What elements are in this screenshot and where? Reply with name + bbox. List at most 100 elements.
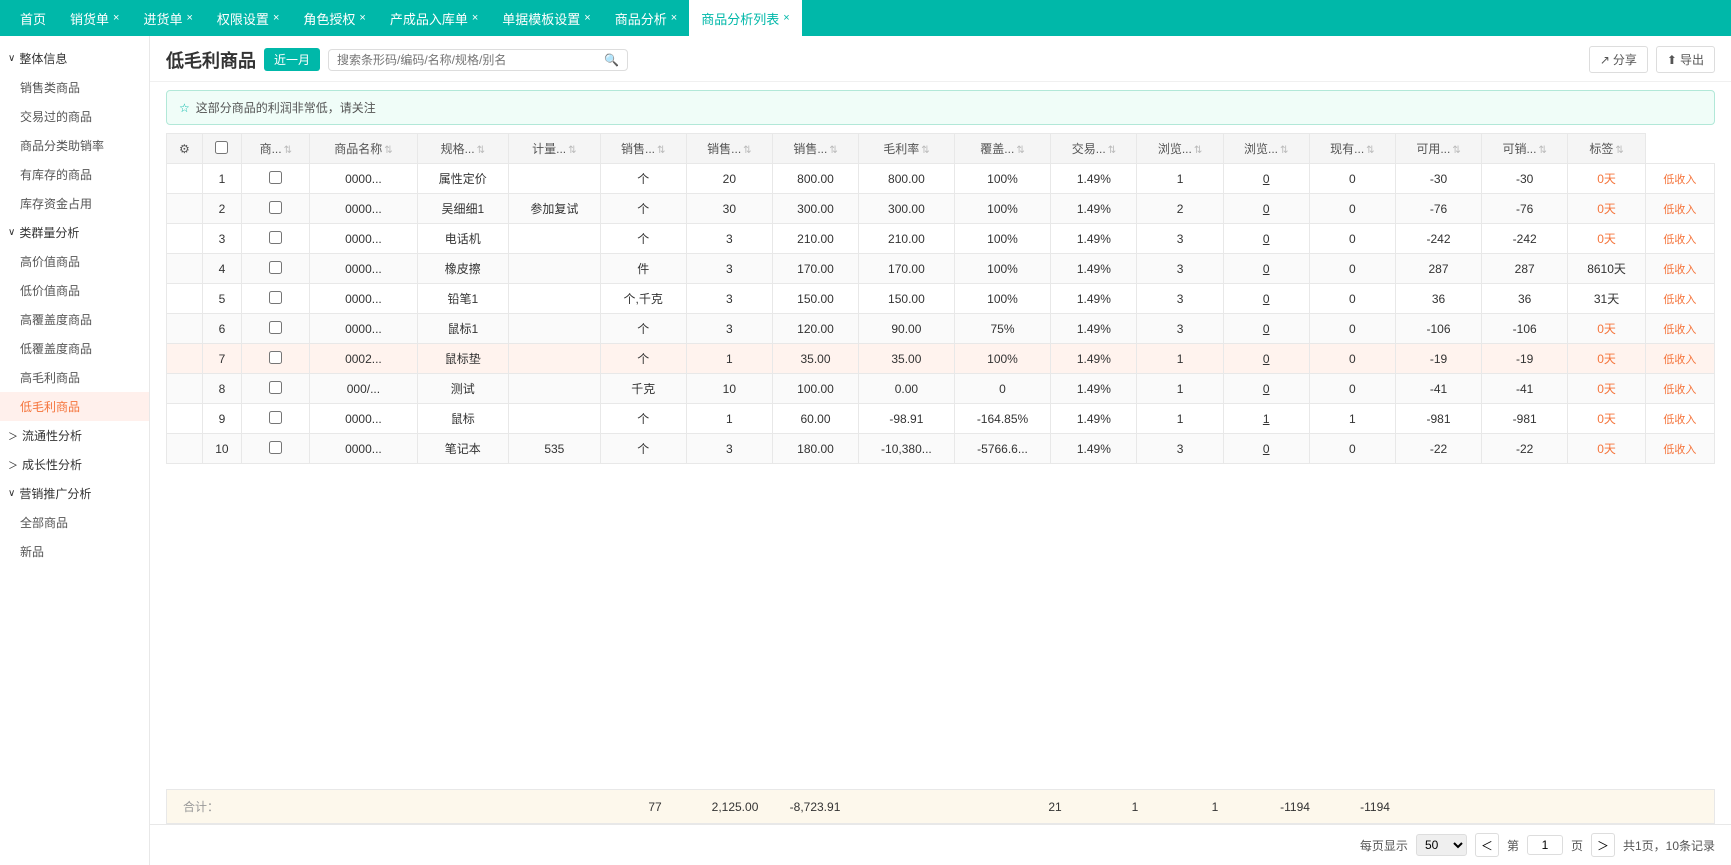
select-all-checkbox[interactable] [215,141,228,154]
cell-views2: 0 [1309,434,1395,464]
col-name[interactable]: 商品名称⇅ [310,134,417,164]
col-views2[interactable]: 浏览...⇅ [1223,134,1309,164]
row-checkbox[interactable] [269,321,282,334]
col-sales-qty[interactable]: 销售...⇅ [600,134,686,164]
nav-close-icon[interactable]: × [273,12,279,24]
views1-link[interactable]: 0 [1263,442,1270,456]
nav-item-权限设置[interactable]: 权限设置× [205,0,291,36]
table-wrapper: ⚙ 商...⇅ 商品名称⇅ 规格...⇅ 计量...⇅ 销售...⇅ 销售...… [150,133,1731,789]
nav-close-icon[interactable]: × [671,12,677,24]
col-checkbox[interactable] [202,134,242,164]
footer-label: 合计： [183,798,219,815]
row-checkbox[interactable] [269,171,282,184]
sidebar-group-整体信息[interactable]: ∨整体信息 [0,44,149,73]
nav-close-icon[interactable]: × [186,12,192,24]
views1-link[interactable]: 0 [1263,262,1270,276]
row-checkbox[interactable] [269,231,282,244]
nav-item-商品分析列表[interactable]: 商品分析列表× [689,0,801,36]
sidebar-item-低价值商品[interactable]: 低价值商品 [0,276,149,305]
col-trade-count[interactable]: 交易...⇅ [1051,134,1137,164]
col-current-stock[interactable]: 现有...⇅ [1309,134,1395,164]
prev-page-button[interactable]: ＜ [1475,833,1499,857]
sidebar-group-流通性分析[interactable]: ＞流通性分析 [0,421,149,450]
nav-close-icon[interactable]: × [584,12,590,24]
views1-link[interactable]: 0 [1263,382,1270,396]
views1-link[interactable]: 0 [1263,202,1270,216]
nav-close-icon[interactable]: × [113,12,119,24]
row-checkbox[interactable] [269,381,282,394]
table-header-row: ⚙ 商...⇅ 商品名称⇅ 规格...⇅ 计量...⇅ 销售...⇅ 销售...… [167,134,1715,164]
table-row: 7 0002... 鼠标垫 个 1 35.00 35.00 100% 1.49%… [167,344,1715,374]
cell-current-stock: -30 [1395,164,1481,194]
views1-link[interactable]: 0 [1263,232,1270,246]
col-tag[interactable]: 标签⇅ [1568,134,1646,164]
nav-close-icon[interactable]: × [783,12,789,24]
cell-code: 0000... [310,284,417,314]
views1-link[interactable]: 0 [1263,352,1270,366]
row-checkbox[interactable] [269,201,282,214]
row-checkbox[interactable] [269,351,282,364]
row-checkbox[interactable] [269,291,282,304]
sidebar-group-label: 流通性分析 [22,427,82,444]
nav-item-进货单[interactable]: 进货单× [131,0,204,36]
nav-item-商品分析[interactable]: 商品分析× [603,0,689,36]
col-settings[interactable]: ⚙ [167,134,203,164]
sidebar-item-低覆盖度商品[interactable]: 低覆盖度商品 [0,334,149,363]
sidebar-group-营销推广分析[interactable]: ∨营销推广分析 [0,479,149,508]
col-unit[interactable]: 计量...⇅ [509,134,601,164]
sidebar-item-有库存的商品[interactable]: 有库存的商品 [0,160,149,189]
sidebar-item-新品[interactable]: 新品 [0,537,149,566]
sidebar-item-库存资金占用[interactable]: 库存资金占用 [0,189,149,218]
cell-sales-qty: 3 [686,284,772,314]
sidebar-item-商品分类助销率[interactable]: 商品分类助销率 [0,131,149,160]
sidebar-group-类群量分析[interactable]: ∨类群量分析 [0,218,149,247]
cell-views1: 0 [1223,224,1309,254]
cell-trade-count: 3 [1137,284,1223,314]
nav-item-单据模板设置[interactable]: 单据模板设置× [490,0,602,36]
col-saleable[interactable]: 可销...⇅ [1482,134,1568,164]
sidebar-item-高毛利商品[interactable]: 高毛利商品 [0,363,149,392]
search-icon[interactable]: 🔍 [604,53,619,67]
sidebar-item-低毛利商品[interactable]: 低毛利商品 [0,392,149,421]
nav-item-产成品入库单[interactable]: 产成品入库单× [378,0,490,36]
footer-sales-amount: 2,125.00 [695,800,775,814]
sidebar-item-交易过的商品[interactable]: 交易过的商品 [0,102,149,131]
per-page-select[interactable]: 50 20 100 [1416,834,1467,856]
nav-item-首页[interactable]: 首页 [8,0,58,36]
col-sales-amount[interactable]: 销售...⇅ [686,134,772,164]
share-button[interactable]: ↗ 分享 [1589,46,1648,73]
next-page-button[interactable]: ＞ [1591,833,1615,857]
sidebar-item-全部商品[interactable]: 全部商品 [0,508,149,537]
cell-unit: 个 [600,164,686,194]
nav-item-销货单[interactable]: 销货单× [58,0,131,36]
views1-link[interactable]: 0 [1263,292,1270,306]
sidebar-item-销售类商品[interactable]: 销售类商品 [0,73,149,102]
cell-spec [509,284,601,314]
views1-link[interactable]: 0 [1263,322,1270,336]
col-spec[interactable]: 规格...⇅ [417,134,509,164]
col-code[interactable]: 商...⇅ [242,134,310,164]
cell-tag: 低收入 [1645,254,1714,284]
nav-close-icon[interactable]: × [359,12,365,24]
sidebar-group-成长性分析[interactable]: ＞成长性分析 [0,450,149,479]
export-button[interactable]: ⬆ 导出 [1656,46,1715,73]
row-checkbox[interactable] [269,411,282,424]
views1-link[interactable]: 0 [1263,172,1270,186]
col-available[interactable]: 可用...⇅ [1395,134,1481,164]
tag-label: 低收入 [1663,294,1696,306]
col-sales-profit[interactable]: 销售...⇅ [772,134,858,164]
sidebar-item-高覆盖度商品[interactable]: 高覆盖度商品 [0,305,149,334]
nav-item-角色授权[interactable]: 角色授权× [291,0,377,36]
period-button[interactable]: 近一月 [264,48,320,71]
views1-link[interactable]: 1 [1263,412,1270,426]
col-coverage[interactable]: 覆盖...⇅ [954,134,1051,164]
nav-close-icon[interactable]: × [472,12,478,24]
cell-sales-qty: 10 [686,374,772,404]
col-views1[interactable]: 浏览...⇅ [1137,134,1223,164]
sidebar-item-高价值商品[interactable]: 高价值商品 [0,247,149,276]
page-number-input[interactable] [1527,835,1563,855]
row-checkbox[interactable] [269,441,282,454]
col-gross-rate[interactable]: 毛利率⇅ [859,134,955,164]
row-checkbox[interactable] [269,261,282,274]
search-input[interactable] [337,53,604,67]
